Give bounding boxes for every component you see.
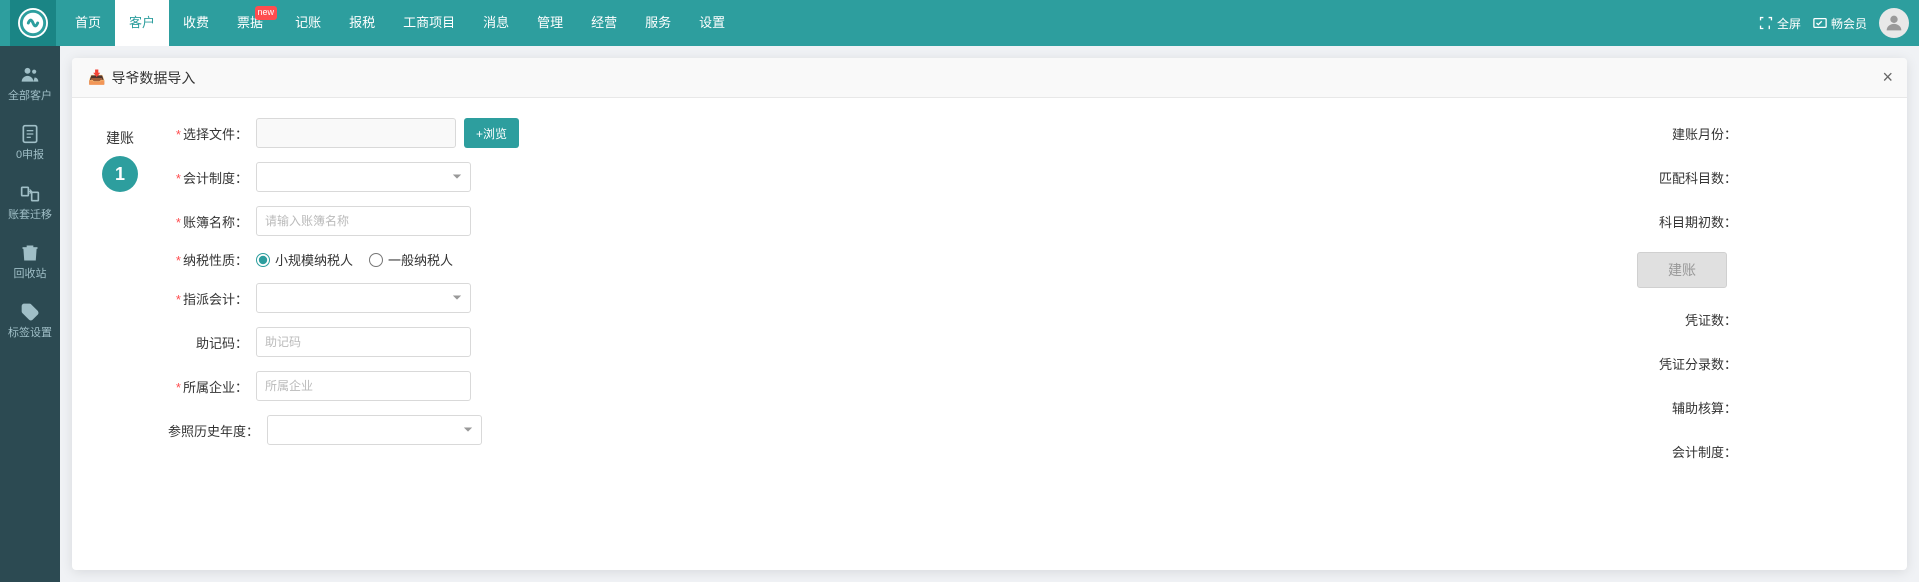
- tax-type-label: *纳税性质：: [168, 250, 248, 269]
- sidebar-label-tags: 标签设置: [8, 326, 52, 340]
- tax-general-label: 一般纳税人: [388, 250, 453, 269]
- import-icon: 📥: [88, 69, 105, 86]
- nav-management[interactable]: 管理: [523, 0, 577, 46]
- sidebar-item-declare[interactable]: 0申报: [0, 115, 60, 170]
- sidebar-label-trash: 回收站: [14, 267, 47, 281]
- nav-bookkeeping[interactable]: 记账: [281, 0, 335, 46]
- report-icon: [19, 123, 41, 145]
- memo-code-label: 助记码：: [168, 333, 248, 352]
- fullscreen-label: 全屏: [1777, 15, 1801, 32]
- dialog: 📥 导爷数据导入 × 建账 1 *选择文件：: [72, 58, 1907, 570]
- tax-type-radio-group: 小规模纳税人 一般纳税人: [256, 250, 453, 269]
- reference-year-label: 参照历史年度：: [168, 421, 259, 440]
- account-month-label: 建账月份：: [1637, 124, 1737, 143]
- user-avatar[interactable]: [1879, 8, 1909, 38]
- tax-type-row: *纳税性质： 小规模纳税人 一般纳税人: [168, 250, 1597, 269]
- company-input[interactable]: [256, 371, 471, 401]
- top-navigation: 首页 客户 收费 票据 new 记账 报税 工商项目 消息 管理 经营 服务 设…: [0, 0, 1919, 46]
- accounting-system-label: *会计制度：: [168, 168, 248, 187]
- sidebar-item-all-clients[interactable]: 全部客户: [0, 56, 60, 111]
- voucher-count-row: 凭证数：: [1637, 304, 1877, 334]
- nav-operations[interactable]: 经营: [577, 0, 631, 46]
- app-logo: [18, 8, 48, 38]
- transfer-icon: [19, 183, 41, 205]
- membership-label: 畅会员: [1831, 15, 1867, 32]
- auxiliary-row: 辅助核算：: [1637, 392, 1877, 422]
- close-button[interactable]: ×: [1882, 68, 1893, 86]
- info-accounting-system-label: 会计制度：: [1637, 442, 1737, 461]
- match-subjects-row: 匹配科目数：: [1637, 162, 1877, 192]
- sidebar-label-migrate: 账套迁移: [8, 208, 52, 222]
- info-section: 建账月份： 匹配科目数： 科目期初数： 建账 凭证: [1597, 118, 1877, 550]
- nav-items: 首页 客户 收费 票据 new 记账 报税 工商项目 消息 管理 经营 服务 设…: [61, 0, 739, 46]
- sidebar-item-migrate[interactable]: 账套迁移: [0, 175, 60, 230]
- tax-general-radio[interactable]: [369, 253, 383, 267]
- sidebar-item-trash[interactable]: 回收站: [0, 234, 60, 289]
- nav-badge-new: new: [255, 6, 278, 20]
- file-label: *选择文件：: [168, 124, 248, 143]
- nav-business[interactable]: 工商项目: [389, 0, 469, 46]
- form-section: *选择文件： +浏览 *会计制度：: [168, 118, 1597, 550]
- tax-general-option[interactable]: 一般纳税人: [369, 250, 453, 269]
- account-month-row: 建账月份：: [1637, 118, 1877, 148]
- accounting-system-row: *会计制度：: [168, 162, 1597, 192]
- file-input[interactable]: [256, 118, 456, 148]
- file-row: *选择文件： +浏览: [168, 118, 1597, 148]
- sidebar-item-tags[interactable]: 标签设置: [0, 293, 60, 348]
- ledger-name-input[interactable]: [256, 206, 471, 236]
- nav-services[interactable]: 服务: [631, 0, 685, 46]
- nav-clients[interactable]: 客户: [115, 0, 169, 46]
- sidebar-label-all-clients: 全部客户: [8, 89, 52, 103]
- voucher-entries-row: 凭证分录数：: [1637, 348, 1877, 378]
- company-row: *所属企业：: [168, 371, 1597, 401]
- accountant-label: *指派会计：: [168, 289, 248, 308]
- dialog-body: 建账 1 *选择文件： +浏览: [72, 98, 1907, 570]
- nav-tax[interactable]: 报税: [335, 0, 389, 46]
- nav-messages[interactable]: 消息: [469, 0, 523, 46]
- build-btn-row: 建账: [1637, 250, 1877, 290]
- nav-fees[interactable]: 收费: [169, 0, 223, 46]
- ledger-name-label: *账簿名称：: [168, 212, 248, 231]
- subject-initial-label: 科目期初数：: [1637, 212, 1737, 231]
- build-account-button[interactable]: 建账: [1637, 252, 1727, 288]
- membership-button[interactable]: 畅会员: [1813, 15, 1867, 32]
- ledger-name-row: *账簿名称：: [168, 206, 1597, 236]
- main-layout: 全部客户 0申报 账套迁移: [0, 46, 1919, 582]
- browse-button[interactable]: +浏览: [464, 118, 519, 148]
- info-accounting-system-row: 会计制度：: [1637, 436, 1877, 466]
- sidebar: 全部客户 0申报 账套迁移: [0, 46, 60, 582]
- accounting-system-select[interactable]: [256, 162, 471, 192]
- accountant-row: *指派会计：: [168, 283, 1597, 313]
- voucher-count-label: 凭证数：: [1637, 310, 1737, 329]
- trash-icon: [19, 242, 41, 264]
- nav-home[interactable]: 首页: [61, 0, 115, 46]
- content-area: 📥 导爷数据导入 × 建账 1 *选择文件：: [60, 46, 1919, 582]
- step-section: 建账 1: [102, 118, 138, 550]
- accountant-select[interactable]: [256, 283, 471, 313]
- nav-settings[interactable]: 设置: [685, 0, 739, 46]
- tag-icon: [19, 301, 41, 323]
- nav-right: 全屏 畅会员: [1759, 8, 1909, 38]
- company-label: *所属企业：: [168, 377, 248, 396]
- subject-initial-row: 科目期初数：: [1637, 206, 1877, 236]
- step-label: 建账: [106, 128, 134, 148]
- tax-small-option[interactable]: 小规模纳税人: [256, 250, 353, 269]
- reference-year-row: 参照历史年度：: [168, 415, 1597, 445]
- match-subjects-label: 匹配科目数：: [1637, 168, 1737, 187]
- step-circle: 1: [102, 156, 138, 192]
- users-icon: [19, 64, 41, 86]
- memo-code-row: 助记码：: [168, 327, 1597, 357]
- logo-area[interactable]: [10, 0, 56, 46]
- tax-small-radio[interactable]: [256, 253, 270, 267]
- voucher-entries-label: 凭证分录数：: [1637, 354, 1737, 373]
- dialog-title: 导爷数据导入: [111, 68, 195, 88]
- fullscreen-button[interactable]: 全屏: [1759, 15, 1801, 32]
- nav-invoices[interactable]: 票据 new: [223, 0, 281, 46]
- sidebar-label-declare: 0申报: [16, 148, 44, 162]
- auxiliary-label: 辅助核算：: [1637, 398, 1737, 417]
- reference-year-select[interactable]: [267, 415, 482, 445]
- memo-code-input[interactable]: [256, 327, 471, 357]
- tax-small-label: 小规模纳税人: [275, 250, 353, 269]
- dialog-header: 📥 导爷数据导入 ×: [72, 58, 1907, 98]
